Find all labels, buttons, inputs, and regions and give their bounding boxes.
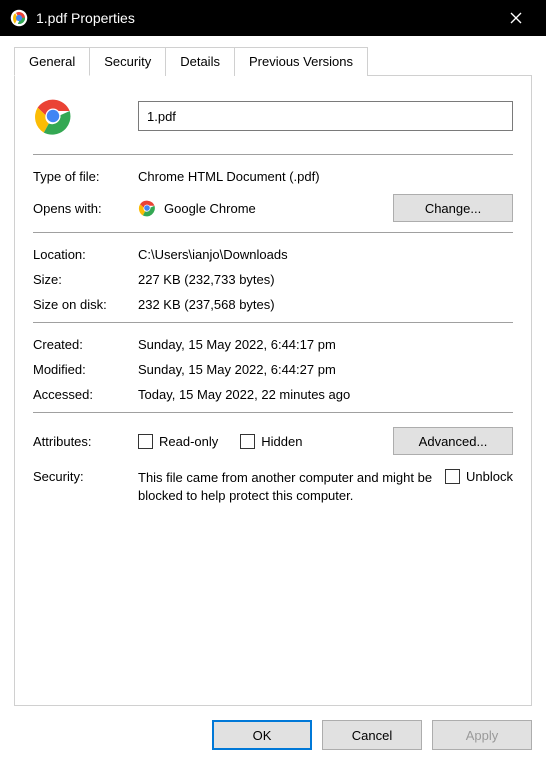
hidden-checkbox[interactable] — [240, 434, 255, 449]
separator — [33, 232, 513, 233]
chrome-icon — [10, 9, 28, 27]
unblock-label: Unblock — [466, 469, 513, 484]
security-message: This file came from another computer and… — [138, 469, 445, 504]
apply-button[interactable]: Apply — [432, 720, 532, 750]
file-type-icon — [33, 96, 138, 136]
type-of-file-value: Chrome HTML Document (.pdf) — [138, 169, 513, 184]
size-row: Size: 227 KB (232,733 bytes) — [33, 272, 513, 287]
size-on-disk-value: 232 KB (237,568 bytes) — [138, 297, 513, 312]
ok-button[interactable]: OK — [212, 720, 312, 750]
size-label: Size: — [33, 272, 138, 287]
read-only-checkbox-row: Read-only — [138, 434, 218, 449]
dialog-body: General Security Details Previous Versio… — [0, 36, 546, 764]
tab-strip: General Security Details Previous Versio… — [14, 46, 532, 75]
chrome-icon — [33, 96, 73, 136]
accessed-value: Today, 15 May 2022, 22 minutes ago — [138, 387, 513, 402]
advanced-button[interactable]: Advanced... — [393, 427, 513, 455]
created-value: Sunday, 15 May 2022, 6:44:17 pm — [138, 337, 513, 352]
type-of-file-row: Type of file: Chrome HTML Document (.pdf… — [33, 169, 513, 184]
opens-with-value: Google Chrome — [164, 201, 385, 216]
accessed-row: Accessed: Today, 15 May 2022, 22 minutes… — [33, 387, 513, 402]
read-only-label: Read-only — [159, 434, 218, 449]
created-label: Created: — [33, 337, 138, 352]
filename-input[interactable] — [138, 101, 513, 131]
accessed-label: Accessed: — [33, 387, 138, 402]
cancel-button[interactable]: Cancel — [322, 720, 422, 750]
size-value: 227 KB (232,733 bytes) — [138, 272, 513, 287]
security-label: Security: — [33, 469, 138, 484]
separator — [33, 322, 513, 323]
tab-previous-versions[interactable]: Previous Versions — [234, 47, 368, 76]
modified-value: Sunday, 15 May 2022, 6:44:27 pm — [138, 362, 513, 377]
size-on-disk-label: Size on disk: — [33, 297, 138, 312]
security-row: Security: This file came from another co… — [33, 469, 513, 504]
titlebar: 1.pdf Properties — [0, 0, 546, 36]
read-only-checkbox[interactable] — [138, 434, 153, 449]
modified-label: Modified: — [33, 362, 138, 377]
dialog-footer: OK Cancel Apply — [14, 706, 532, 750]
location-value: C:\Users\ianjo\Downloads — [138, 247, 513, 262]
hidden-checkbox-row: Hidden — [240, 434, 302, 449]
chrome-icon — [138, 199, 156, 217]
filename-row — [33, 96, 513, 136]
hidden-label: Hidden — [261, 434, 302, 449]
tab-security[interactable]: Security — [89, 47, 166, 76]
unblock-checkbox[interactable] — [445, 469, 460, 484]
close-icon — [510, 12, 522, 24]
window-title: 1.pdf Properties — [36, 10, 496, 26]
location-row: Location: C:\Users\ianjo\Downloads — [33, 247, 513, 262]
tab-general[interactable]: General — [14, 47, 90, 76]
attributes-label: Attributes: — [33, 434, 138, 449]
separator — [33, 412, 513, 413]
created-row: Created: Sunday, 15 May 2022, 6:44:17 pm — [33, 337, 513, 352]
change-button[interactable]: Change... — [393, 194, 513, 222]
general-panel: Type of file: Chrome HTML Document (.pdf… — [14, 75, 532, 706]
location-label: Location: — [33, 247, 138, 262]
unblock-checkbox-row: Unblock — [445, 469, 513, 484]
opens-with-label: Opens with: — [33, 201, 138, 216]
tab-details[interactable]: Details — [165, 47, 235, 76]
type-of-file-label: Type of file: — [33, 169, 138, 184]
separator — [33, 154, 513, 155]
size-on-disk-row: Size on disk: 232 KB (237,568 bytes) — [33, 297, 513, 312]
attributes-row: Attributes: Read-only Hidden Advanced... — [33, 427, 513, 455]
modified-row: Modified: Sunday, 15 May 2022, 6:44:27 p… — [33, 362, 513, 377]
close-button[interactable] — [496, 0, 536, 36]
opens-with-row: Opens with: Google Chrome Change... — [33, 194, 513, 222]
